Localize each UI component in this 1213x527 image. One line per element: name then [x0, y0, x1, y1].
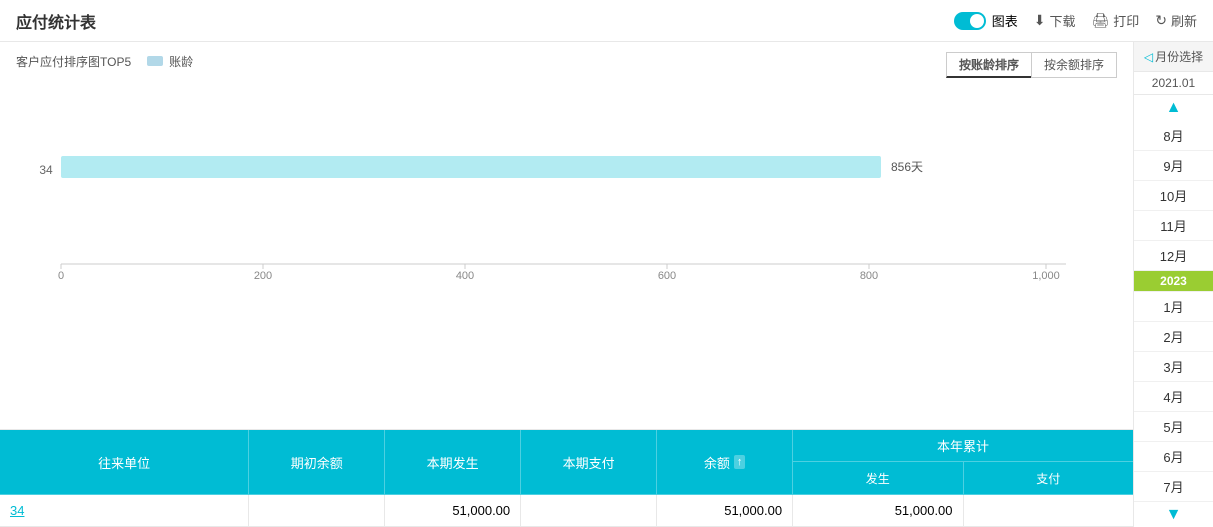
- month-nav-down[interactable]: ▼: [1134, 502, 1213, 527]
- month-item-4[interactable]: 4月: [1134, 382, 1213, 412]
- legend-item-age: 账龄: [147, 53, 193, 70]
- td-period-balance: [249, 495, 385, 526]
- th-incoming-unit: 往来单位: [0, 430, 249, 494]
- legend-item-title: 客户应付排序图TOP5: [16, 53, 131, 70]
- td-balance: 51,000.00: [657, 495, 793, 526]
- month-item-10[interactable]: 10月: [1134, 181, 1213, 211]
- header: 应付统计表 图表 ⬇ 下载 🖨 打印 ↻ 刷新: [0, 0, 1213, 42]
- chart-toggle[interactable]: 图表: [954, 11, 1018, 30]
- th-ytd-payment: 支付: [964, 462, 1133, 494]
- th-current-occurrence: 本期发生: [385, 430, 521, 494]
- svg-text:400: 400: [456, 270, 474, 282]
- expand-icon[interactable]: ◁: [1144, 50, 1153, 64]
- current-year-month[interactable]: 2021.01: [1134, 72, 1213, 95]
- print-icon: 🖨: [1091, 12, 1109, 29]
- year-label-2023[interactable]: 2023: [1134, 271, 1213, 292]
- month-item-12[interactable]: 12月: [1134, 241, 1213, 271]
- main-content: 客户应付排序图TOP5 账龄 按账龄排序 按余额排序: [0, 42, 1213, 527]
- table-header-row: 往来单位 期初余额 本期发生 本期支付: [0, 430, 1133, 495]
- th-balance: 余额 ↑: [657, 430, 793, 494]
- td-current-payment: [521, 495, 657, 526]
- svg-text:600: 600: [658, 270, 676, 282]
- svg-text:200: 200: [254, 270, 272, 282]
- chart-bar: [61, 156, 881, 178]
- svg-text:34: 34: [39, 163, 53, 177]
- svg-text:1,000: 1,000: [1032, 270, 1060, 282]
- month-item-6[interactable]: 6月: [1134, 442, 1213, 472]
- td-ytd-group: 51,000.00: [793, 495, 1133, 526]
- toggle-switch[interactable]: [954, 12, 986, 30]
- month-nav-up[interactable]: ▲: [1134, 95, 1213, 121]
- chart-controls: 按账龄排序 按余额排序: [946, 52, 1117, 78]
- th-ytd-label: 本年累计: [793, 430, 1133, 462]
- chart-legend: 客户应付排序图TOP5 账龄: [16, 53, 193, 70]
- app-container: 应付统计表 图表 ⬇ 下载 🖨 打印 ↻ 刷新: [0, 0, 1213, 527]
- legend-color-box: [147, 56, 163, 66]
- header-actions: 图表 ⬇ 下载 🖨 打印 ↻ 刷新: [954, 11, 1197, 30]
- month-selector-header: ◁ 月份选择: [1134, 42, 1213, 72]
- month-item-3[interactable]: 3月: [1134, 352, 1213, 382]
- download-label: 下载: [1049, 11, 1075, 30]
- page-title: 应付统计表: [16, 9, 96, 33]
- print-label: 打印: [1113, 11, 1139, 30]
- chart-section: 客户应付排序图TOP5 账龄 按账龄排序 按余额排序: [0, 42, 1133, 429]
- table-row: 34 51,000.00 51,000.00: [0, 495, 1133, 527]
- sort-by-balance-btn[interactable]: 按账龄排序: [946, 52, 1031, 78]
- month-item-1[interactable]: 1月: [1134, 292, 1213, 322]
- td-ytd-occurrence: 51,000.00: [793, 495, 963, 526]
- download-icon: ⬇: [1034, 12, 1046, 29]
- legend-age-label: 账龄: [169, 53, 193, 70]
- month-item-11[interactable]: 11月: [1134, 211, 1213, 241]
- svg-text:800: 800: [860, 270, 878, 282]
- right-panel: ◁ 月份选择 2021.01 ▲ 8月 9月 10月 11月 12月 2023 …: [1133, 42, 1213, 527]
- refresh-icon: ↻: [1155, 12, 1167, 29]
- balance-sort-icon[interactable]: ↑: [734, 455, 746, 469]
- month-item-5[interactable]: 5月: [1134, 412, 1213, 442]
- td-unit: 34: [0, 495, 249, 526]
- print-button[interactable]: 🖨 打印: [1091, 11, 1139, 30]
- legend-title-label: 客户应付排序图TOP5: [16, 53, 131, 70]
- th-ytd-subheaders: 发生 支付: [793, 462, 1133, 494]
- table-section: 往来单位 期初余额 本期发生 本期支付: [0, 429, 1133, 527]
- chart-label: 图表: [992, 11, 1018, 30]
- th-period-balance: 期初余额: [249, 430, 385, 494]
- bar-chart-svg: 34 856天 0 200 400 600: [16, 84, 1117, 314]
- month-selector-label: 月份选择: [1155, 48, 1203, 65]
- th-ytd-occurrence: 发生: [793, 462, 963, 494]
- refresh-label: 刷新: [1171, 11, 1197, 30]
- month-item-9[interactable]: 9月: [1134, 151, 1213, 181]
- month-item-8[interactable]: 8月: [1134, 121, 1213, 151]
- td-unit-link[interactable]: 34: [10, 503, 24, 518]
- month-item-2[interactable]: 2月: [1134, 322, 1213, 352]
- month-item-7[interactable]: 7月: [1134, 472, 1213, 502]
- td-ytd-payment: [964, 495, 1133, 526]
- download-button[interactable]: ⬇ 下载: [1034, 11, 1076, 30]
- th-ytd-group: 本年累计 发生 支付: [793, 430, 1133, 494]
- chart-area: 34 856天 0 200 400 600: [16, 84, 1117, 314]
- svg-text:856天: 856天: [891, 160, 923, 174]
- svg-text:0: 0: [58, 270, 64, 282]
- refresh-button[interactable]: ↻ 刷新: [1155, 11, 1197, 30]
- sort-by-amount-btn[interactable]: 按余额排序: [1031, 52, 1117, 78]
- left-panel: 客户应付排序图TOP5 账龄 按账龄排序 按余额排序: [0, 42, 1133, 527]
- th-current-payment: 本期支付: [521, 430, 657, 494]
- td-current-occurrence: 51,000.00: [385, 495, 521, 526]
